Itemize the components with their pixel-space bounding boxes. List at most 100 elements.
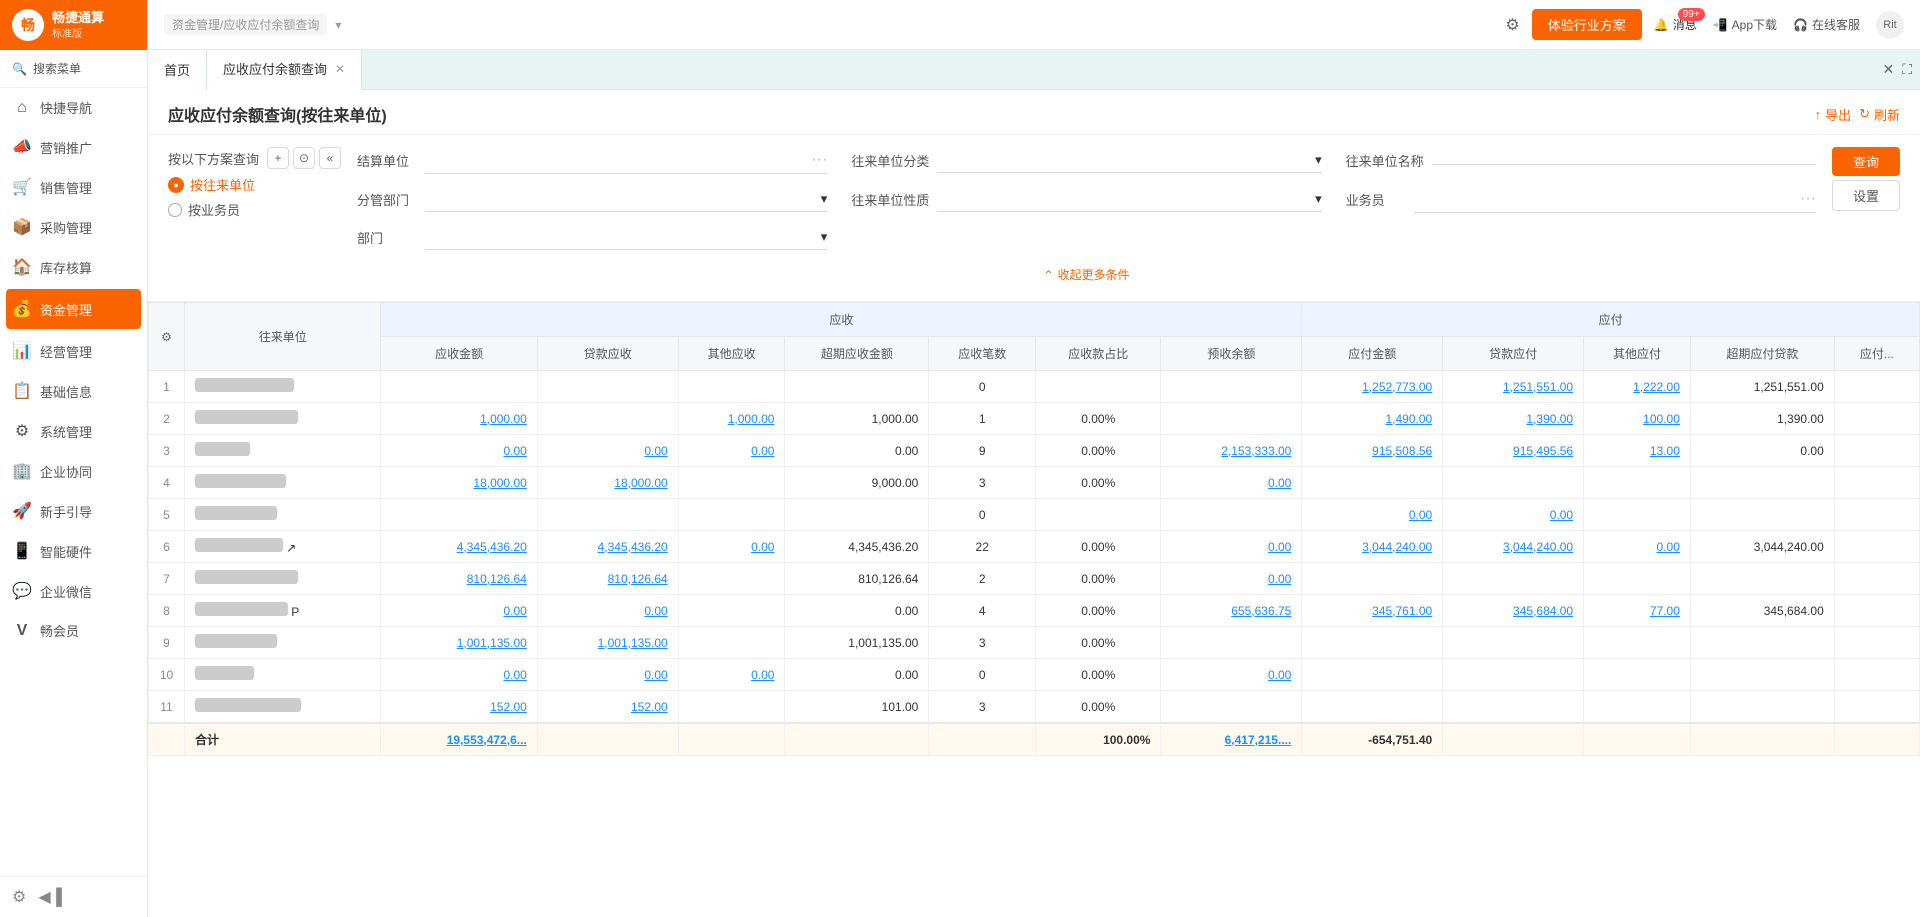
filter-option-by-unit[interactable]: ● 按往来单位 (168, 175, 341, 194)
settings-bottom-icon[interactable]: ⚙ (12, 887, 26, 907)
salesman-input[interactable]: ··· (1414, 186, 1816, 213)
search-menu-label: 搜索菜单 (33, 60, 81, 77)
page-title: 应收应付余额查询(按往来单位) (168, 102, 387, 126)
row-ar-amount: 0.00 (381, 595, 537, 627)
dept-manager-select[interactable]: ▾ (425, 187, 827, 212)
unit-nature-select[interactable]: ▾ (937, 187, 1321, 212)
dropdown-arrow-icon[interactable]: ▾ (335, 18, 341, 32)
row-ar-ratio: 0.00% (1036, 595, 1161, 627)
filter-scheme-row: 按以下方案查询 + ⊙ « (168, 147, 341, 169)
sidebar-item-member[interactable]: V 畅会员 (0, 611, 147, 650)
collapse-scheme-button[interactable]: « (319, 147, 341, 169)
refresh-icon: ↻ (1859, 106, 1870, 122)
tab-arbalance[interactable]: 应收应付余额查询 ✕ (207, 50, 362, 90)
row-ar-ratio: 0.00% (1036, 467, 1161, 499)
message-button[interactable]: 🔔 消息 99+ (1654, 16, 1697, 33)
col-ar-other: 其他应收 (678, 337, 785, 371)
logo-name: 畅捷通算 (52, 10, 104, 26)
row-ar-other (678, 595, 785, 627)
row-ap-other: 13.00 (1584, 435, 1691, 467)
sidebar-label-enterprise: 企业协同 (40, 462, 92, 481)
row-ar-overdue: 0.00 (785, 659, 929, 691)
sidebar-item-inventory[interactable]: 🏠 库存核算 (0, 247, 147, 287)
row-ar-loan: 0.00 (537, 595, 678, 627)
row-ap-tail (1834, 691, 1919, 724)
sidebar-item-marketing[interactable]: 📣 营销推广 (0, 127, 147, 167)
total-row: 合计 19,553,472,6... 100.00% 6,417,215....… (149, 723, 1920, 756)
row-ar-loan: 4,345,436.20 (537, 531, 678, 563)
sidebar-item-hardware[interactable]: 📱 智能硬件 (0, 531, 147, 571)
sidebar-item-quick-nav[interactable]: ⌂ 快捷导航 (0, 88, 147, 127)
sidebar-item-sales[interactable]: 🛒 销售管理 (0, 167, 147, 207)
row-ar-other (678, 371, 785, 403)
filter-option-by-staff[interactable]: 按业务员 (168, 200, 341, 219)
sidebar-item-base[interactable]: 📋 基础信息 (0, 371, 147, 411)
col-ap-amount: 应付金额 (1302, 337, 1443, 371)
row-unit: P (185, 595, 381, 627)
try-industry-button[interactable]: 体验行业方案 (1532, 9, 1642, 40)
sidebar-item-finance[interactable]: 💰 资金管理 (6, 289, 141, 329)
sidebar-item-system[interactable]: ⚙ 系统管理 (0, 411, 147, 451)
row-ap-amount (1302, 691, 1443, 724)
table-body: 1 0 1,252,773.00 1,251,551.00 1,222.00 1… (149, 371, 1920, 724)
collapse-filter-button[interactable]: ⌃ 收起更多条件 (1037, 260, 1135, 289)
row-ap-loan: 345,684.00 (1443, 595, 1584, 627)
row-ar-ratio (1036, 499, 1161, 531)
row-ap-overdue: 3,044,240.00 (1690, 531, 1834, 563)
user-avatar[interactable]: Rit (1876, 11, 1904, 39)
row-ap-tail (1834, 531, 1919, 563)
total-ap-tail (1834, 723, 1919, 756)
orange-icon: ● (168, 177, 184, 193)
total-ar-other (678, 723, 785, 756)
app-download-button[interactable]: 📲 App下载 (1713, 16, 1777, 33)
tab-home[interactable]: 首页 (148, 50, 207, 90)
table-settings-icon[interactable]: ⚙ (159, 330, 174, 344)
collapse-sidebar-icon[interactable]: ◀▐ (38, 887, 62, 907)
table-row: 6 ↗ 4,345,436.20 4,345,436.20 0.00 4,345… (149, 531, 1920, 563)
dept-select[interactable]: ▾ (425, 225, 827, 250)
sidebar-item-wechat[interactable]: 💬 企业微信 (0, 571, 147, 611)
unit-name-input[interactable] (1432, 156, 1816, 165)
set-button[interactable]: 设置 (1832, 180, 1900, 211)
online-service-button[interactable]: 🎧 在线客服 (1793, 16, 1860, 33)
col-ar-prepaid: 预收余额 (1161, 337, 1302, 371)
row-ar-other: 0.00 (678, 659, 785, 691)
refresh-button[interactable]: ↻ 刷新 (1859, 105, 1900, 124)
table-row: 4 18,000.00 18,000.00 9,000.00 3 0.00% 0… (149, 467, 1920, 499)
sidebar-item-purchase[interactable]: 📦 采购管理 (0, 207, 147, 247)
query-button[interactable]: 查询 (1832, 147, 1900, 176)
tab-action-close[interactable]: ✕ (1882, 61, 1894, 78)
add-scheme-button[interactable]: + (267, 147, 289, 169)
col-settings-header[interactable]: ⚙ (149, 303, 185, 371)
edit-scheme-button[interactable]: ⊙ (293, 147, 315, 169)
user-name: Rit (1883, 19, 1896, 31)
header-settings-icon[interactable]: ⚙ (1505, 15, 1519, 35)
unit-category-select[interactable]: ▾ (937, 148, 1321, 173)
settlement-unit-input[interactable]: ··· (425, 147, 827, 174)
tab-action-expand[interactable]: ⛶ (1902, 61, 1912, 78)
cart-icon: 🛒 (12, 177, 32, 197)
row-seq: 7 (149, 563, 185, 595)
row-ar-count: 3 (929, 627, 1036, 659)
export-button[interactable]: ↑ 导出 (1815, 105, 1852, 124)
row-ap-other: 77.00 (1584, 595, 1691, 627)
row-ar-count: 0 (929, 371, 1036, 403)
sidebar-item-operation[interactable]: 📊 经营管理 (0, 331, 147, 371)
top-header: 资金管理/应收应付余额查询 ▾ ⚙ 体验行业方案 🔔 消息 99+ 📲 App下… (148, 0, 1920, 50)
col-ar-overdue: 超期应收金额 (785, 337, 929, 371)
row-seq: 8 (149, 595, 185, 627)
search-menu[interactable]: 🔍 搜索菜单 (0, 50, 147, 88)
field-dept-manager: 分管部门 ▾ (357, 186, 827, 213)
sidebar-item-enterprise[interactable]: 🏢 企业协同 (0, 451, 147, 491)
row-ar-other (678, 627, 785, 659)
row-ar-loan: 18,000.00 (537, 467, 678, 499)
sidebar-item-guide[interactable]: 🚀 新手引导 (0, 491, 147, 531)
breadcrumb: 资金管理/应收应付余额查询 (164, 14, 327, 35)
close-tab-icon[interactable]: ✕ (335, 62, 345, 76)
salesman-label: 业务员 (1346, 190, 1406, 209)
col-unit-header: 往来单位 (185, 303, 381, 371)
field-unit-name: 往来单位名称 (1346, 147, 1816, 174)
row-ar-overdue: 4,345,436.20 (785, 531, 929, 563)
row-ap-loan (1443, 467, 1584, 499)
table-area: ⚙ 往来单位 应收 应付 应收金额 贷款应收 其他应收 超期应收金额 应收笔数 … (148, 302, 1920, 917)
